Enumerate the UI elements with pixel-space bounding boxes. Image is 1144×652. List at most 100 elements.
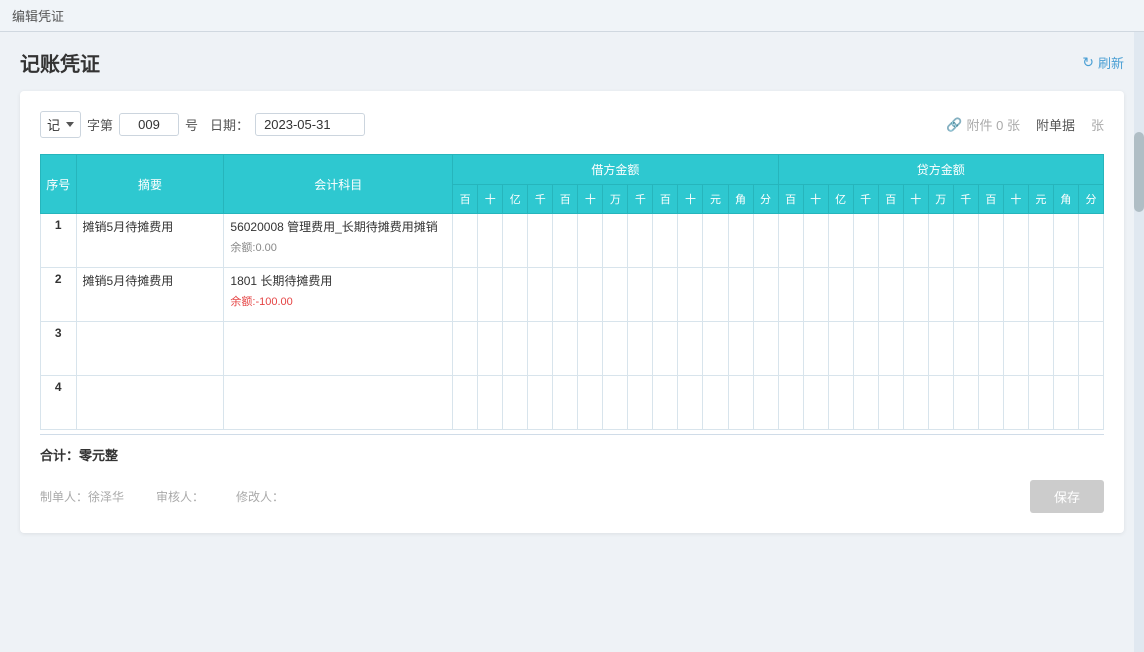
- amount-cell[interactable]: [628, 322, 653, 376]
- row-summary[interactable]: 摊销5月待摊费用: [76, 268, 224, 322]
- amount-cell[interactable]: [878, 322, 903, 376]
- amount-cell[interactable]: [1028, 376, 1053, 430]
- amount-cell[interactable]: [453, 268, 478, 322]
- amount-cell[interactable]: [653, 214, 678, 268]
- attach-link[interactable]: 🔗 附件 0 张: [946, 115, 1020, 134]
- amount-cell[interactable]: [1003, 376, 1028, 430]
- amount-cell[interactable]: [1053, 268, 1078, 322]
- row-account[interactable]: 56020008 管理费用_长期待摊费用摊销余额:0.00: [224, 214, 453, 268]
- amount-cell[interactable]: [978, 268, 1003, 322]
- amount-cell[interactable]: [853, 268, 878, 322]
- amount-cell[interactable]: [628, 214, 653, 268]
- table-row[interactable]: 1摊销5月待摊费用56020008 管理费用_长期待摊费用摊销余额:0.00: [41, 214, 1104, 268]
- amount-cell[interactable]: [1003, 322, 1028, 376]
- amount-cell[interactable]: [653, 376, 678, 430]
- row-summary[interactable]: [76, 376, 224, 430]
- amount-cell[interactable]: [553, 268, 578, 322]
- amount-cell[interactable]: [953, 268, 978, 322]
- amount-cell[interactable]: [753, 376, 778, 430]
- amount-cell[interactable]: [753, 322, 778, 376]
- amount-cell[interactable]: [803, 376, 828, 430]
- amount-cell[interactable]: [903, 376, 928, 430]
- amount-cell[interactable]: [903, 214, 928, 268]
- amount-cell[interactable]: [1078, 214, 1103, 268]
- amount-cell[interactable]: [978, 214, 1003, 268]
- amount-cell[interactable]: [653, 322, 678, 376]
- amount-cell[interactable]: [828, 376, 853, 430]
- amount-cell[interactable]: [1078, 376, 1103, 430]
- amount-cell[interactable]: [1028, 268, 1053, 322]
- amount-cell[interactable]: [603, 214, 628, 268]
- amount-cell[interactable]: [553, 214, 578, 268]
- amount-cell[interactable]: [878, 376, 903, 430]
- table-row[interactable]: 2摊销5月待摊费用1801 长期待摊费用余额:-100.00: [41, 268, 1104, 322]
- amount-cell[interactable]: [978, 322, 1003, 376]
- amount-cell[interactable]: [603, 268, 628, 322]
- voucher-number-input[interactable]: [119, 113, 179, 136]
- amount-cell[interactable]: [728, 268, 753, 322]
- amount-cell[interactable]: [1053, 214, 1078, 268]
- amount-cell[interactable]: [478, 268, 503, 322]
- amount-cell[interactable]: [553, 376, 578, 430]
- amount-cell[interactable]: [753, 214, 778, 268]
- amount-cell[interactable]: [503, 322, 528, 376]
- amount-cell[interactable]: [1078, 322, 1103, 376]
- save-button[interactable]: 保存: [1030, 480, 1104, 513]
- amount-cell[interactable]: [578, 376, 603, 430]
- amount-cell[interactable]: [528, 268, 553, 322]
- amount-cell[interactable]: [803, 214, 828, 268]
- amount-cell[interactable]: [853, 376, 878, 430]
- amount-cell[interactable]: [753, 268, 778, 322]
- amount-cell[interactable]: [803, 268, 828, 322]
- amount-cell[interactable]: [728, 322, 753, 376]
- amount-cell[interactable]: [953, 376, 978, 430]
- amount-cell[interactable]: [928, 322, 953, 376]
- amount-cell[interactable]: [1078, 268, 1103, 322]
- amount-cell[interactable]: [478, 376, 503, 430]
- row-account[interactable]: 1801 长期待摊费用余额:-100.00: [224, 268, 453, 322]
- amount-cell[interactable]: [953, 322, 978, 376]
- amount-cell[interactable]: [928, 268, 953, 322]
- amount-cell[interactable]: [528, 214, 553, 268]
- type-select[interactable]: 记: [40, 111, 81, 138]
- amount-cell[interactable]: [628, 268, 653, 322]
- amount-cell[interactable]: [503, 214, 528, 268]
- amount-cell[interactable]: [1003, 214, 1028, 268]
- amount-cell[interactable]: [528, 376, 553, 430]
- row-summary[interactable]: [76, 322, 224, 376]
- amount-cell[interactable]: [778, 376, 803, 430]
- amount-cell[interactable]: [453, 376, 478, 430]
- amount-cell[interactable]: [603, 376, 628, 430]
- amount-cell[interactable]: [928, 214, 953, 268]
- amount-cell[interactable]: [778, 268, 803, 322]
- amount-cell[interactable]: [953, 214, 978, 268]
- amount-cell[interactable]: [1053, 376, 1078, 430]
- amount-cell[interactable]: [678, 322, 703, 376]
- scrollbar-thumb[interactable]: [1134, 132, 1144, 212]
- amount-cell[interactable]: [903, 322, 928, 376]
- amount-cell[interactable]: [478, 214, 503, 268]
- amount-cell[interactable]: [578, 322, 603, 376]
- amount-cell[interactable]: [728, 376, 753, 430]
- amount-cell[interactable]: [503, 376, 528, 430]
- amount-cell[interactable]: [678, 268, 703, 322]
- table-row[interactable]: 3: [41, 322, 1104, 376]
- amount-cell[interactable]: [803, 322, 828, 376]
- amount-cell[interactable]: [828, 214, 853, 268]
- amount-cell[interactable]: [628, 376, 653, 430]
- row-summary[interactable]: 摊销5月待摊费用: [76, 214, 224, 268]
- amount-cell[interactable]: [578, 268, 603, 322]
- amount-cell[interactable]: [478, 322, 503, 376]
- amount-cell[interactable]: [528, 322, 553, 376]
- amount-cell[interactable]: [578, 214, 603, 268]
- amount-cell[interactable]: [703, 376, 728, 430]
- refresh-button[interactable]: ↻ 刷新: [1082, 53, 1124, 72]
- amount-cell[interactable]: [853, 322, 878, 376]
- amount-cell[interactable]: [978, 376, 1003, 430]
- table-row[interactable]: 4: [41, 376, 1104, 430]
- date-input[interactable]: [255, 113, 365, 136]
- amount-cell[interactable]: [453, 322, 478, 376]
- row-account[interactable]: [224, 376, 453, 430]
- amount-cell[interactable]: [1028, 322, 1053, 376]
- amount-cell[interactable]: [778, 214, 803, 268]
